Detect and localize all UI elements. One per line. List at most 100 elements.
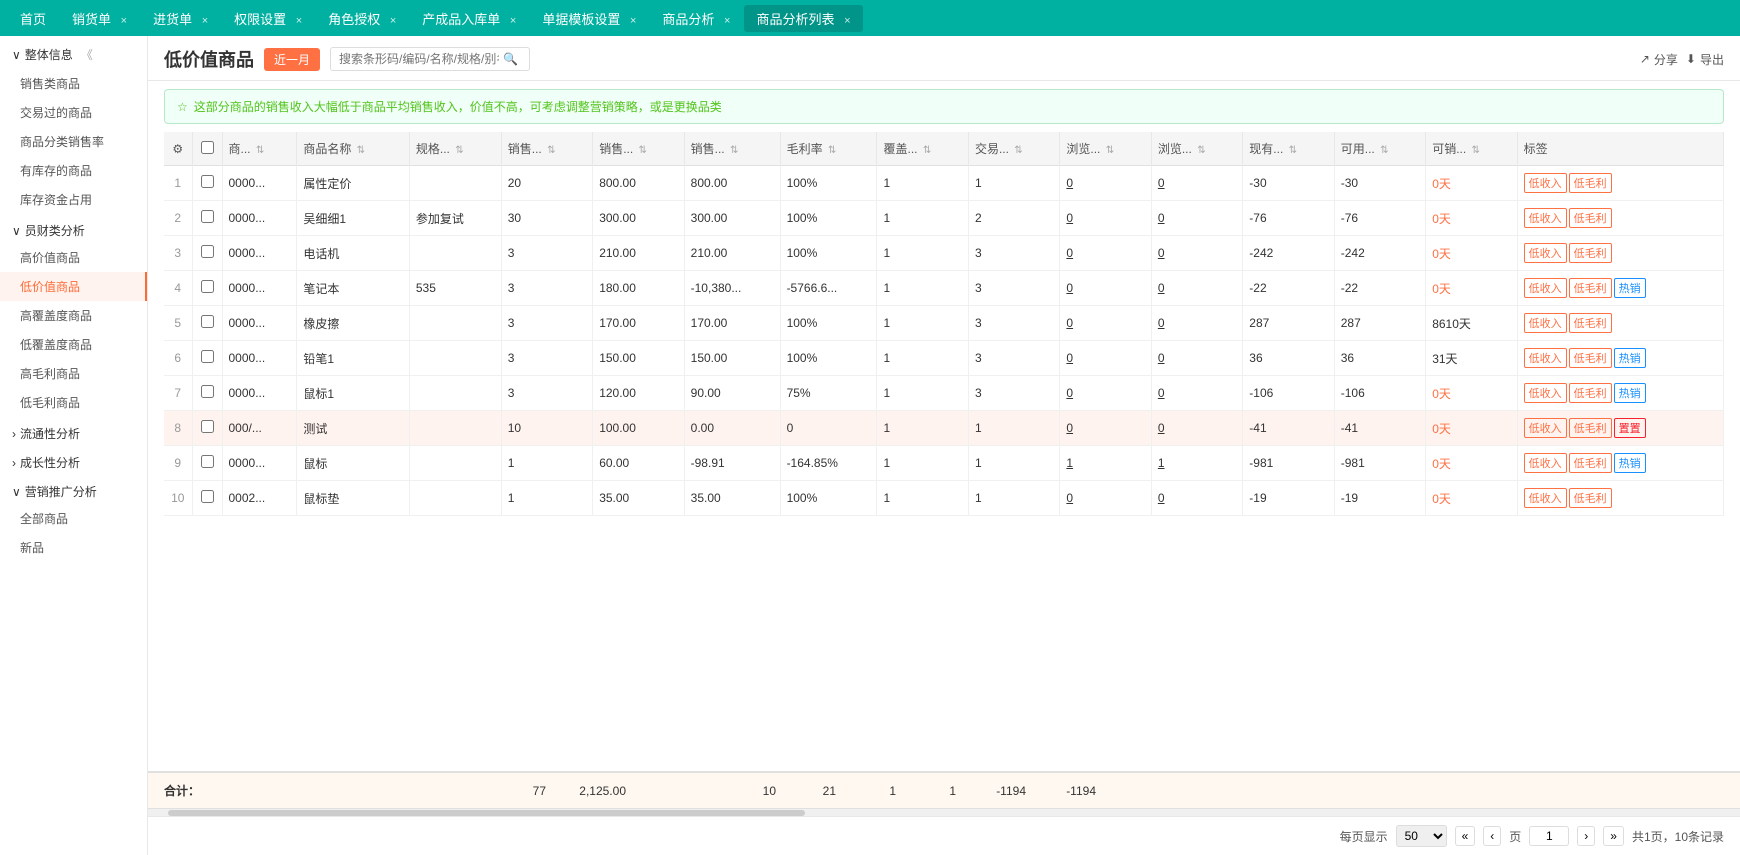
cell-browse1[interactable]: 0 — [1060, 411, 1151, 446]
browse1-link[interactable]: 0 — [1066, 211, 1073, 225]
col-checkbox[interactable] — [192, 132, 222, 166]
row-checkbox[interactable] — [201, 385, 214, 398]
browse2-link[interactable]: 0 — [1158, 316, 1165, 330]
sidebar-item-new-products[interactable]: 新品 — [0, 533, 147, 562]
col-coverage[interactable]: 覆盖... ⇅ — [877, 132, 968, 166]
sidebar-item-sales-products[interactable]: 销售类商品 — [0, 69, 147, 98]
browse2-link[interactable]: 0 — [1158, 176, 1165, 190]
browse1-link[interactable]: 0 — [1066, 176, 1073, 190]
share-button[interactable]: ↗ 分享 — [1640, 51, 1678, 68]
browse1-link[interactable]: 0 — [1066, 351, 1073, 365]
col-saleable[interactable]: 可销... ⇅ — [1426, 132, 1517, 166]
sidebar-item-high-margin[interactable]: 高毛利商品 — [0, 359, 147, 388]
sidebar-item-category-rate[interactable]: 商品分类销售率 — [0, 127, 147, 156]
browse1-link[interactable]: 0 — [1066, 421, 1073, 435]
sidebar-section-financial[interactable]: ∨ 员财类分析 — [0, 214, 147, 243]
nav-roles-close[interactable]: × — [390, 15, 396, 27]
cell-browse1[interactable]: 0 — [1060, 201, 1151, 236]
prev-page-btn[interactable]: ‹ — [1483, 826, 1501, 846]
filter-button[interactable]: 近一月 — [264, 48, 320, 71]
sidebar-item-high-coverage[interactable]: 高覆盖度商品 — [0, 301, 147, 330]
row-checkbox[interactable] — [201, 315, 214, 328]
browse1-link[interactable]: 1 — [1066, 456, 1073, 470]
export-button[interactable]: ⬇ 导出 — [1686, 51, 1724, 68]
browse2-link[interactable]: 1 — [1158, 456, 1165, 470]
sidebar-collapse-btn[interactable]: 《 — [77, 44, 97, 65]
cell-browse1[interactable]: 0 — [1060, 166, 1151, 201]
row-checkbox[interactable] — [201, 280, 214, 293]
col-available[interactable]: 可用... ⇅ — [1334, 132, 1425, 166]
sidebar-item-low-margin[interactable]: 低毛利商品 — [0, 388, 147, 417]
col-sales1[interactable]: 销售... ⇅ — [501, 132, 592, 166]
nav-permissions-close[interactable]: × — [296, 15, 302, 27]
browse1-link[interactable]: 0 — [1066, 386, 1073, 400]
nav-products-close[interactable]: × — [510, 15, 516, 27]
nav-home[interactable]: 首页 — [8, 5, 58, 32]
col-browse1[interactable]: 浏览... ⇅ — [1060, 132, 1151, 166]
cell-browse1[interactable]: 0 — [1060, 481, 1151, 516]
col-name[interactable]: 商品名称 ⇅ — [297, 132, 410, 166]
nav-roles[interactable]: 角色授权 × — [316, 5, 408, 32]
row-checkbox[interactable] — [201, 210, 214, 223]
page-size-select[interactable]: 50 100 200 — [1396, 825, 1447, 847]
page-input[interactable] — [1529, 826, 1569, 846]
browse1-link[interactable]: 0 — [1066, 316, 1073, 330]
nav-sales[interactable]: 销货单 × — [60, 5, 139, 32]
nav-templates-close[interactable]: × — [630, 15, 636, 27]
col-sales2[interactable]: 销售... ⇅ — [593, 132, 684, 166]
col-settings[interactable]: ⚙ — [164, 132, 192, 166]
cell-browse1[interactable]: 0 — [1060, 376, 1151, 411]
browse2-link[interactable]: 0 — [1158, 211, 1165, 225]
browse1-link[interactable]: 0 — [1066, 491, 1073, 505]
nav-analysis-close[interactable]: × — [724, 15, 730, 27]
row-checkbox[interactable] — [201, 350, 214, 363]
cell-checkbox[interactable] — [192, 236, 222, 271]
nav-analysis[interactable]: 商品分析 × — [650, 5, 742, 32]
nav-templates[interactable]: 单据模板设置 × — [530, 5, 648, 32]
row-checkbox[interactable] — [201, 175, 214, 188]
sidebar-item-low-value[interactable]: 低价值商品 — [0, 272, 147, 301]
browse2-link[interactable]: 0 — [1158, 491, 1165, 505]
browse2-link[interactable]: 0 — [1158, 281, 1165, 295]
browse2-link[interactable]: 0 — [1158, 246, 1165, 260]
cell-checkbox[interactable] — [192, 341, 222, 376]
table-container[interactable]: ⚙ 商... ⇅ 商品名称 ⇅ 规格... ⇅ 销售... ⇅ 销售... ⇅ … — [148, 132, 1740, 771]
nav-permissions[interactable]: 权限设置 × — [222, 5, 314, 32]
nav-sales-close[interactable]: × — [121, 15, 127, 27]
cell-checkbox[interactable] — [192, 376, 222, 411]
cell-browse1[interactable]: 0 — [1060, 306, 1151, 341]
browse2-link[interactable]: 0 — [1158, 421, 1165, 435]
col-sales3[interactable]: 销售... ⇅ — [684, 132, 780, 166]
sidebar-item-low-coverage[interactable]: 低覆盖度商品 — [0, 330, 147, 359]
sidebar-item-stock-products[interactable]: 有库存的商品 — [0, 156, 147, 185]
nav-analysis-list-close[interactable]: × — [844, 15, 850, 27]
cell-checkbox[interactable] — [192, 481, 222, 516]
cell-checkbox[interactable] — [192, 201, 222, 236]
cell-checkbox[interactable] — [192, 306, 222, 341]
browse1-link[interactable]: 0 — [1066, 246, 1073, 260]
last-page-btn[interactable]: » — [1603, 826, 1624, 846]
sidebar-item-traded-products[interactable]: 交易过的商品 — [0, 98, 147, 127]
cell-browse1[interactable]: 1 — [1060, 446, 1151, 481]
col-current[interactable]: 现有... ⇅ — [1243, 132, 1334, 166]
browse2-link[interactable]: 0 — [1158, 386, 1165, 400]
sidebar-section-growth[interactable]: › 成长性分析 — [0, 446, 147, 475]
cell-checkbox[interactable] — [192, 166, 222, 201]
next-page-btn[interactable]: › — [1577, 826, 1595, 846]
sidebar-item-high-value[interactable]: 高价值商品 — [0, 243, 147, 272]
browse1-link[interactable]: 0 — [1066, 281, 1073, 295]
nav-purchase[interactable]: 进货单 × — [141, 5, 220, 32]
sidebar-section-marketing[interactable]: ∨ 营销推广分析 — [0, 475, 147, 504]
cell-browse1[interactable]: 0 — [1060, 236, 1151, 271]
search-input[interactable] — [339, 52, 499, 66]
sidebar-section-overall[interactable]: ∨ 整体信息 《 — [0, 36, 147, 69]
row-checkbox[interactable] — [201, 245, 214, 258]
row-checkbox[interactable] — [201, 490, 214, 503]
cell-checkbox[interactable] — [192, 271, 222, 306]
cell-checkbox[interactable] — [192, 446, 222, 481]
horizontal-scrollbar[interactable] — [148, 808, 1740, 816]
col-margin[interactable]: 毛利率 ⇅ — [780, 132, 877, 166]
sidebar-item-stock-funds[interactable]: 库存资金占用 — [0, 185, 147, 214]
select-all-checkbox[interactable] — [201, 141, 214, 154]
cell-browse1[interactable]: 0 — [1060, 271, 1151, 306]
